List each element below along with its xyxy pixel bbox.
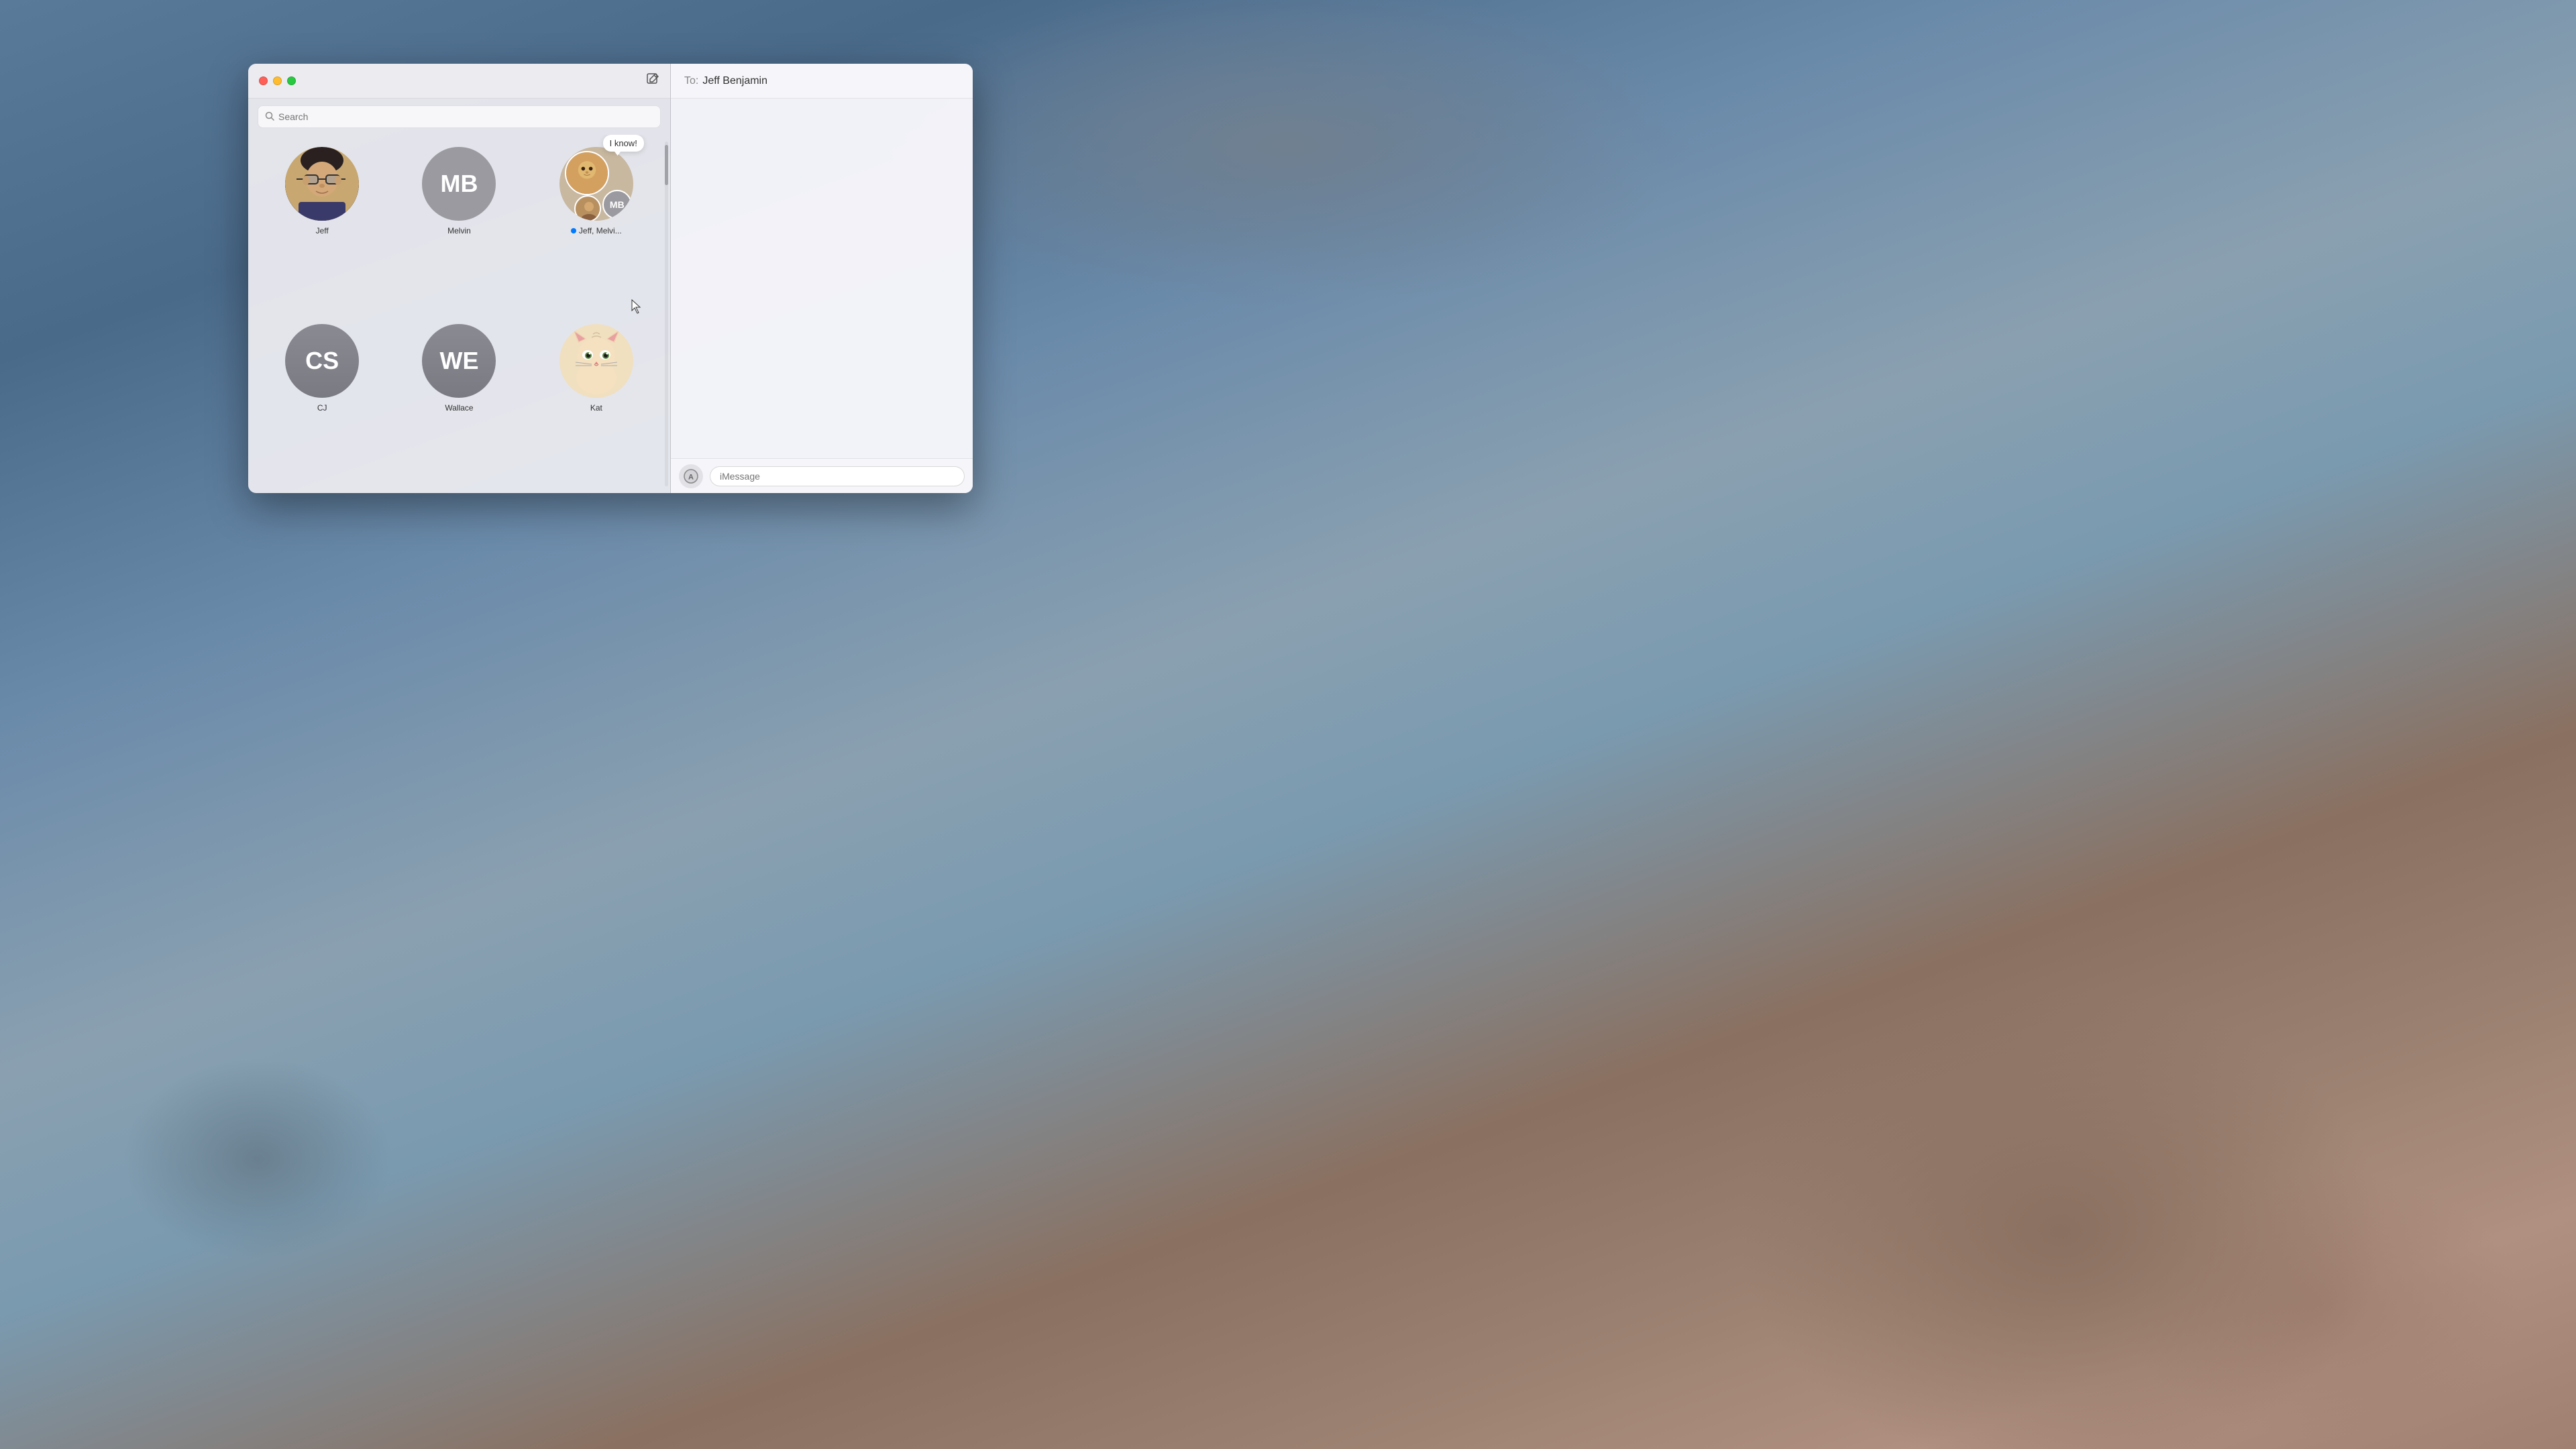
kat-kitten-svg bbox=[559, 324, 633, 398]
jeff-avatar-svg bbox=[285, 147, 359, 221]
group-mb-badge: MB bbox=[602, 190, 632, 219]
contact-name-group: Jeff, Melvi... bbox=[571, 226, 622, 235]
search-icon bbox=[265, 111, 274, 123]
minimize-button[interactable] bbox=[273, 76, 282, 85]
to-name: Jeff Benjamin bbox=[702, 75, 767, 87]
contact-item-group[interactable]: I know! bbox=[529, 140, 663, 311]
window-controls bbox=[259, 76, 296, 85]
title-bar bbox=[248, 64, 670, 99]
imessage-input[interactable] bbox=[710, 466, 965, 486]
avatar-wallace: WE bbox=[422, 324, 496, 398]
melvin-initials: MB bbox=[440, 170, 478, 198]
app-store-icon: A bbox=[684, 469, 698, 484]
avatar-melvin: MB bbox=[422, 147, 496, 221]
contact-item-wallace[interactable]: WE Wallace bbox=[392, 317, 526, 488]
group-name-text: Jeff, Melvi... bbox=[579, 226, 622, 235]
avatar-jeff bbox=[285, 147, 359, 221]
contact-item-melvin[interactable]: MB Melvin bbox=[392, 140, 526, 311]
unread-dot bbox=[571, 228, 576, 233]
search-container bbox=[248, 99, 670, 135]
close-button[interactable] bbox=[259, 76, 268, 85]
avatar-circle-cj: CS bbox=[285, 324, 359, 398]
message-input-bar: A bbox=[671, 458, 973, 493]
messages-window: Jeff MB Melvin I know! bbox=[248, 64, 973, 493]
group-person-badge bbox=[574, 195, 601, 221]
group-avatar-circle: MB bbox=[559, 147, 633, 221]
contact-name-jeff: Jeff bbox=[316, 226, 329, 235]
tooltip-bubble: I know! bbox=[603, 135, 644, 152]
avatar-cj: CS bbox=[285, 324, 359, 398]
maximize-button[interactable] bbox=[287, 76, 296, 85]
group-photo-main bbox=[565, 151, 609, 195]
app-store-button[interactable]: A bbox=[679, 464, 703, 488]
contact-name-wallace: Wallace bbox=[445, 403, 473, 413]
contact-item-kat[interactable]: Kat bbox=[529, 317, 663, 488]
avatar-circle-melvin: MB bbox=[422, 147, 496, 221]
wallace-initials: WE bbox=[439, 347, 478, 375]
avatar-kat bbox=[559, 324, 633, 398]
compose-button[interactable] bbox=[646, 72, 659, 90]
left-panel: Jeff MB Melvin I know! bbox=[248, 64, 671, 493]
right-title-bar: To: Jeff Benjamin bbox=[671, 64, 973, 99]
avatar-group: I know! bbox=[559, 147, 633, 221]
contact-item-jeff[interactable]: Jeff bbox=[255, 140, 389, 311]
avatar-circle-kat bbox=[559, 324, 633, 398]
contact-name-melvin: Melvin bbox=[447, 226, 471, 235]
avatar-circle-jeff bbox=[285, 147, 359, 221]
message-area bbox=[671, 99, 973, 458]
contact-item-cj[interactable]: CS CJ bbox=[255, 317, 389, 488]
contacts-grid: Jeff MB Melvin I know! bbox=[248, 135, 670, 493]
cj-initials: CS bbox=[305, 347, 339, 375]
scrollbar-track bbox=[665, 142, 668, 486]
jeff-photo bbox=[285, 147, 359, 221]
search-bar[interactable] bbox=[258, 105, 661, 128]
contact-name-kat: Kat bbox=[590, 403, 602, 413]
svg-text:A: A bbox=[688, 473, 694, 481]
scrollbar[interactable] bbox=[665, 142, 669, 486]
search-input[interactable] bbox=[278, 111, 653, 122]
scrollbar-thumb[interactable] bbox=[665, 145, 668, 185]
right-panel: To: Jeff Benjamin A bbox=[671, 64, 973, 493]
compose-icon bbox=[646, 72, 659, 86]
group-cat-svg bbox=[566, 151, 608, 195]
to-label: To: bbox=[684, 75, 698, 87]
group-person-svg bbox=[576, 197, 601, 221]
contact-name-cj: CJ bbox=[317, 403, 327, 413]
avatar-circle-wallace: WE bbox=[422, 324, 496, 398]
group-mb-initials: MB bbox=[610, 199, 625, 210]
